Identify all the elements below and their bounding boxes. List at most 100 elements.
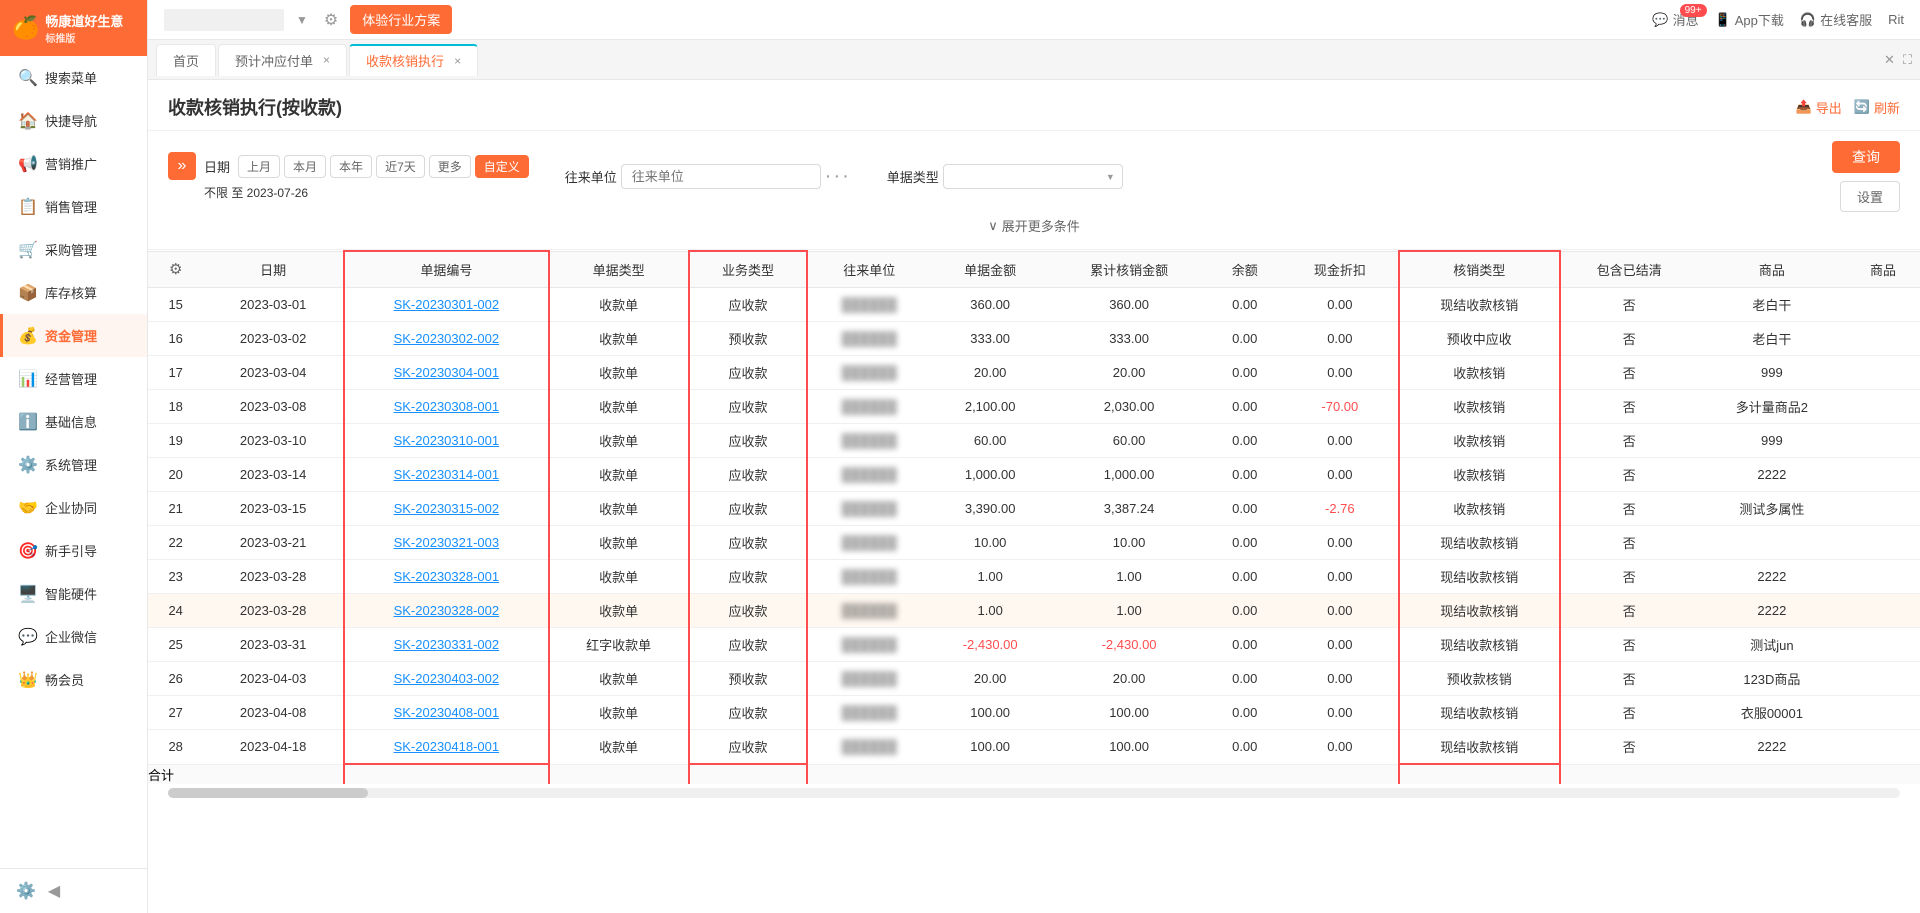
doc-no-link[interactable]: SK-20230308-001 bbox=[394, 399, 500, 414]
row-verify-type: 收款核销 bbox=[1399, 424, 1560, 458]
doc-no-link[interactable]: SK-20230328-002 bbox=[394, 603, 500, 618]
export-icon: 📤 bbox=[1796, 99, 1812, 115]
date-filter-buttons: 上月 本月 本年 近7天 更多 自定义 bbox=[238, 155, 529, 178]
message-button[interactable]: 💬 消息 99+ bbox=[1652, 10, 1698, 29]
sidebar-item-label-operation: 经营管理 bbox=[45, 369, 97, 388]
sidebar-item-system[interactable]: ⚙️系统管理 bbox=[0, 443, 147, 486]
tab-prepay[interactable]: 预计冲应付单× bbox=[218, 44, 347, 76]
row-goods2 bbox=[1846, 526, 1920, 560]
footer-doc-no bbox=[344, 764, 549, 784]
row-date: 2023-03-28 bbox=[203, 594, 344, 628]
col-doc-no: 单据编号 bbox=[344, 251, 549, 288]
settings-button[interactable]: 设置 bbox=[1840, 181, 1900, 212]
sidebar-collapse-icon[interactable]: ◀ bbox=[48, 881, 60, 901]
row-included: 否 bbox=[1560, 424, 1698, 458]
gear-icon[interactable]: ⚙ bbox=[169, 261, 182, 278]
sidebar-item-sales[interactable]: 📋销售管理 bbox=[0, 185, 147, 228]
close-tab-icon[interactable]: ✕ bbox=[1884, 52, 1895, 68]
doc-no-link[interactable]: SK-20230403-002 bbox=[394, 671, 500, 686]
sidebar-item-label-member: 畅会员 bbox=[45, 670, 84, 689]
row-goods1: 2222 bbox=[1698, 458, 1846, 492]
export-button[interactable]: 📤 导出 bbox=[1796, 98, 1842, 117]
maximize-icon[interactable]: ⛶ bbox=[1903, 52, 1912, 68]
row-discount: 0.00 bbox=[1282, 560, 1399, 594]
tab-home[interactable]: 首页 bbox=[156, 44, 216, 76]
row-verify-type: 收款核销 bbox=[1399, 356, 1560, 390]
custom-date-btn[interactable]: 自定义 bbox=[475, 155, 529, 178]
row-discount: 0.00 bbox=[1282, 288, 1399, 322]
receipt-type-select[interactable] bbox=[943, 164, 1123, 189]
row-verify-type: 收款核销 bbox=[1399, 458, 1560, 492]
row-amount: 333.00 bbox=[930, 322, 1050, 356]
this-month-btn[interactable]: 本月 bbox=[284, 155, 326, 178]
sidebar-item-search[interactable]: 🔍 搜索菜单 bbox=[0, 56, 147, 99]
row-verified: 3,387.24 bbox=[1050, 492, 1207, 526]
sidebar-item-finance[interactable]: 💰资金管理 bbox=[0, 314, 147, 357]
tab-close-prepay[interactable]: × bbox=[323, 53, 330, 67]
doc-no-link[interactable]: SK-20230314-001 bbox=[394, 467, 500, 482]
sidebar-item-marketing[interactable]: 📢营销推广 bbox=[0, 142, 147, 185]
online-service-button[interactable]: 🎧 在线客服 bbox=[1800, 10, 1872, 29]
row-discount: 0.00 bbox=[1282, 424, 1399, 458]
col-gear[interactable]: ⚙ bbox=[148, 251, 203, 288]
doc-no-link[interactable]: SK-20230331-002 bbox=[394, 637, 500, 652]
last-month-btn[interactable]: 上月 bbox=[238, 155, 280, 178]
row-verify-type: 现结收款核销 bbox=[1399, 730, 1560, 765]
expand-more-bar[interactable]: ∨ 展开更多条件 bbox=[168, 212, 1900, 239]
row-doc-type: 收款单 bbox=[549, 356, 689, 390]
page-content: 收款核销执行(按收款) 📤 导出 🔄 刷新 » bbox=[148, 80, 1920, 913]
doc-no-link[interactable]: SK-20230315-002 bbox=[394, 501, 500, 516]
doc-no-link[interactable]: SK-20230302-002 bbox=[394, 331, 500, 346]
row-goods1: 测试jun bbox=[1698, 628, 1846, 662]
last-7days-btn[interactable]: 近7天 bbox=[376, 155, 425, 178]
sidebar-item-hardware[interactable]: 🖥️智能硬件 bbox=[0, 572, 147, 615]
row-partner: ██████ bbox=[807, 458, 930, 492]
sidebar-item-wechat[interactable]: 💬企业微信 bbox=[0, 615, 147, 658]
doc-no-link[interactable]: SK-20230321-003 bbox=[394, 535, 500, 550]
member-icon: 👑 bbox=[19, 671, 37, 689]
doc-no-link[interactable]: SK-20230408-001 bbox=[394, 705, 500, 720]
sidebar-settings-icon[interactable]: ⚙️ bbox=[16, 881, 36, 901]
solution-button[interactable]: 体验行业方案 bbox=[350, 5, 452, 34]
partner-input[interactable] bbox=[621, 164, 821, 189]
user-avatar[interactable]: Rit bbox=[1888, 12, 1904, 27]
sidebar-item-member[interactable]: 👑 畅会员 bbox=[0, 658, 147, 701]
doc-no-link[interactable]: SK-20230328-001 bbox=[394, 569, 500, 584]
row-goods2 bbox=[1846, 424, 1920, 458]
this-year-btn[interactable]: 本年 bbox=[330, 155, 372, 178]
footer-partner bbox=[807, 764, 930, 784]
scrollbar-thumb[interactable] bbox=[168, 788, 368, 798]
sidebar-item-guide[interactable]: 🎯新手引导 bbox=[0, 529, 147, 572]
col-doc-type: 单据类型 bbox=[549, 251, 689, 288]
row-goods2 bbox=[1846, 560, 1920, 594]
sidebar-item-collab[interactable]: 🤝企业协同 bbox=[0, 486, 147, 529]
row-no: 18 bbox=[148, 390, 203, 424]
row-verified: 333.00 bbox=[1050, 322, 1207, 356]
doc-no-link[interactable]: SK-20230304-001 bbox=[394, 365, 500, 380]
page-title: 收款核销执行(按收款) bbox=[168, 94, 342, 120]
more-btn[interactable]: 更多 bbox=[429, 155, 471, 178]
topbar-gear-icon[interactable]: ⚙ bbox=[324, 10, 338, 30]
footer-goods2 bbox=[1846, 764, 1920, 784]
sidebar-item-operation[interactable]: 📊经营管理 bbox=[0, 357, 147, 400]
query-button[interactable]: 查询 bbox=[1832, 141, 1900, 173]
sidebar-item-label-search: 搜索菜单 bbox=[45, 68, 97, 87]
horizontal-scrollbar[interactable] bbox=[168, 788, 1900, 798]
app-download-button[interactable]: 📱 App下载 bbox=[1715, 10, 1784, 29]
doc-no-link[interactable]: SK-20230301-002 bbox=[394, 297, 500, 312]
sidebar-item-purchase[interactable]: 🛒采购管理 bbox=[0, 228, 147, 271]
sidebar-item-quicknav[interactable]: 🏠快捷导航 bbox=[0, 99, 147, 142]
sidebar-item-basic[interactable]: ℹ️基础信息 bbox=[0, 400, 147, 443]
row-no: 16 bbox=[148, 322, 203, 356]
search-icon: 🔍 bbox=[19, 69, 37, 87]
sidebar-item-inventory[interactable]: 📦库存核算 bbox=[0, 271, 147, 314]
filter-dots: ··· bbox=[825, 165, 851, 188]
doc-no-link[interactable]: SK-20230418-001 bbox=[394, 739, 500, 754]
table-header: ⚙ 日期 单据编号 单据类型 业务类型 往来单位 单据金额 累计核销金额 余额 … bbox=[148, 251, 1920, 288]
doc-no-link[interactable]: SK-20230310-001 bbox=[394, 433, 500, 448]
tab-receipt[interactable]: 收款核销执行× bbox=[349, 44, 478, 76]
refresh-button[interactable]: 🔄 刷新 bbox=[1854, 98, 1900, 117]
message-badge: 99+ bbox=[1680, 4, 1707, 17]
filter-expand-icon[interactable]: » bbox=[168, 152, 196, 180]
tab-close-receipt[interactable]: × bbox=[454, 54, 461, 68]
